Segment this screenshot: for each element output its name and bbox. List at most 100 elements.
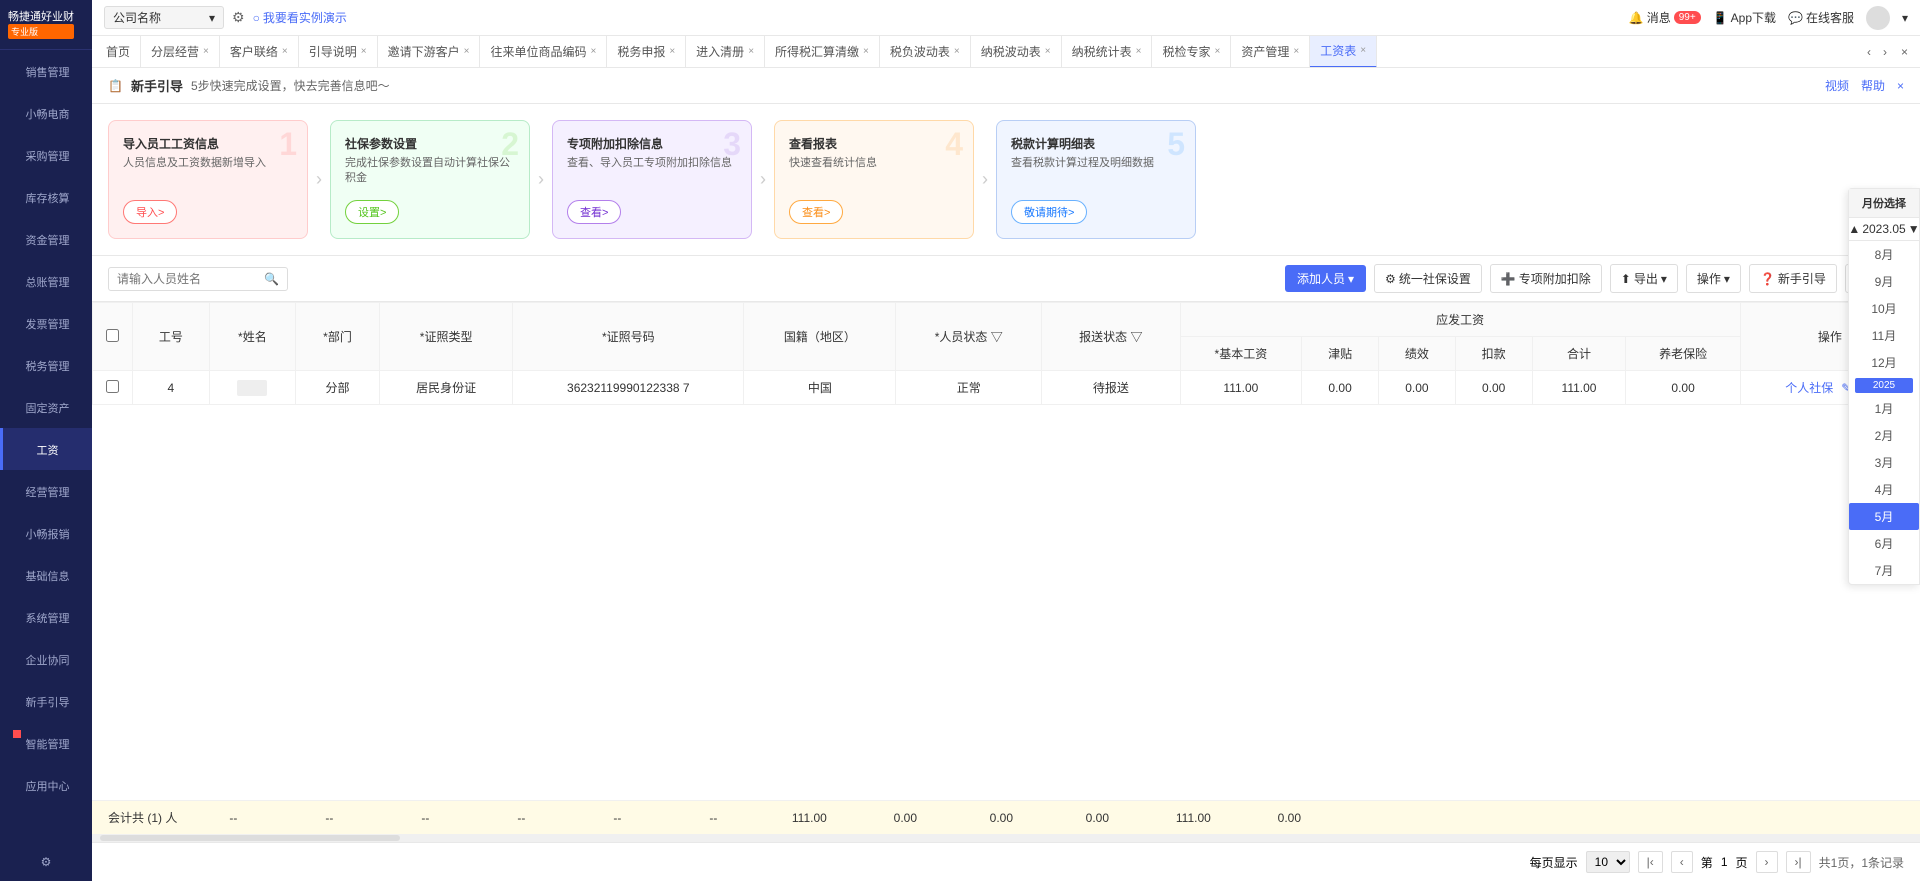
tab-assets[interactable]: 资产管理× [1231,36,1310,68]
sidebar-item-finance[interactable]: 资金管理 [0,218,92,260]
close-tab-customer[interactable]: × [282,46,288,57]
sidebar-item-management[interactable]: 经营管理 [0,470,92,512]
close-tab-product[interactable]: × [590,46,596,57]
tab-payroll[interactable]: 工资表× [1310,36,1377,68]
month-6[interactable]: 6月 [1849,530,1919,557]
search-icon[interactable]: 🔍 [264,272,279,286]
month-11[interactable]: 11月 [1849,322,1919,349]
close-tab-fluctuation[interactable]: × [1045,46,1051,57]
close-tab-invite[interactable]: × [464,46,470,57]
month-7[interactable]: 7月 [1849,557,1919,584]
prev-page-btn[interactable]: ‹ [1671,851,1693,873]
step-2-btn[interactable]: 设置> [345,200,399,224]
last-page-btn[interactable]: ›| [1786,851,1811,873]
tab-tax-fluctuation[interactable]: 纳税波动表× [971,36,1062,68]
month-2[interactable]: 2月 [1849,422,1919,449]
tab-product-code[interactable]: 往来单位商品编码× [480,36,607,68]
close-tab-guide[interactable]: × [361,46,367,57]
sidebar-item-system[interactable]: 系统管理 [0,596,92,638]
sidebar-item-fixed-assets[interactable]: 固定资产 [0,386,92,428]
sidebar-item-collab[interactable]: 企业协同 [0,638,92,680]
tab-tax-stat[interactable]: 纳税统计表× [1062,36,1153,68]
close-tab-layered[interactable]: × [203,46,209,57]
month-10[interactable]: 10月 [1849,295,1919,322]
online-service-btn[interactable]: 💬 在线客服 [1788,9,1854,26]
sidebar-item-ai[interactable]: 智能管理 [0,722,92,764]
sidebar-item-invoice[interactable]: 发票管理 [0,302,92,344]
demo-link[interactable]: ○ 我要看实例演示 [253,9,347,26]
search-input[interactable] [117,272,260,286]
sidebar-item-guide[interactable]: 新手引导 [0,680,92,722]
report-filter-icon[interactable]: ▽ [1131,330,1143,344]
tab-tax-expert[interactable]: 税检专家× [1152,36,1231,68]
tab-home[interactable]: 首页 [96,36,141,68]
scroll-thumb[interactable] [100,835,400,841]
tab-guide-desc[interactable]: 引导说明× [299,36,378,68]
close-tab-burden[interactable]: × [954,46,960,57]
add-employee-btn[interactable]: 添加人员 ▾ [1285,265,1366,292]
help-link[interactable]: 帮助 [1861,77,1885,94]
avatar[interactable] [1866,6,1890,30]
sidebar-item-ledger[interactable]: 总账管理 [0,260,92,302]
video-link[interactable]: 视频 [1825,77,1849,94]
first-page-btn[interactable]: |‹ [1638,851,1663,873]
next-page-btn[interactable]: › [1756,851,1778,873]
year-down-icon[interactable]: ▼ [1908,222,1920,236]
close-tab-clear[interactable]: × [748,46,754,57]
close-tab-tax-report[interactable]: × [669,46,675,57]
operation-btn[interactable]: 操作 ▾ [1686,264,1741,293]
social-insurance-btn[interactable]: ⚙ 统一社保设置 [1374,264,1482,293]
year-up-icon[interactable]: ▲ [1848,222,1860,236]
sidebar-item-purchase[interactable]: 采购管理 [0,134,92,176]
sidebar-item-payroll[interactable]: 工资 [0,428,92,470]
close-tab-payroll[interactable]: × [1360,45,1366,56]
sidebar-settings[interactable]: ⚙ [0,843,92,881]
month-3[interactable]: 3月 [1849,449,1919,476]
message-btn[interactable]: 🔔 消息 99+ [1629,9,1701,26]
tab-tax-burden[interactable]: 税负波动表× [880,36,971,68]
close-guide-icon[interactable]: × [1897,79,1904,93]
close-tab-assets[interactable]: × [1293,46,1299,57]
sidebar-item-app-center[interactable]: 应用中心 [0,764,92,806]
filter-icon[interactable]: ▽ [991,330,1003,344]
close-tab-stat[interactable]: × [1136,46,1142,57]
personal-insurance-btn[interactable]: 个人社保 [1785,379,1833,396]
sidebar-item-inventory[interactable]: 库存核算 [0,176,92,218]
sidebar-item-tax[interactable]: 税务管理 [0,344,92,386]
month-4[interactable]: 4月 [1849,476,1919,503]
tab-invite[interactable]: 邀请下游客户× [378,36,481,68]
sidebar-item-ecommerce[interactable]: 小畅电商 [0,92,92,134]
sidebar-item-expense[interactable]: 小畅报销 [0,512,92,554]
tab-clear[interactable]: 进入清册× [686,36,765,68]
company-selector[interactable]: 公司名称 ▾ [104,6,224,29]
table-scrollbar[interactable] [92,834,1920,842]
user-menu[interactable]: ▾ [1902,11,1908,25]
month-8[interactable]: 8月 [1849,241,1919,268]
per-page-select[interactable]: 10 20 50 [1586,851,1630,873]
step-4-btn[interactable]: 查看> [789,200,843,224]
month-1[interactable]: 1月 [1849,395,1919,422]
newbie-guide-btn[interactable]: ❓ 新手引导 [1749,264,1837,293]
step-3-btn[interactable]: 查看> [567,200,621,224]
settings-icon[interactable]: ⚙ [232,9,245,26]
tab-tax-report[interactable]: 税务申报× [607,36,686,68]
row-checkbox[interactable] [106,380,119,393]
step-5-btn[interactable]: 敬请期待> [1011,200,1087,224]
month-9[interactable]: 9月 [1849,268,1919,295]
tab-income-tax[interactable]: 所得税汇算清缴× [765,36,880,68]
select-all-checkbox[interactable] [106,329,119,342]
month-12[interactable]: 12月 [1849,349,1919,376]
export-btn[interactable]: ⬆ 导出 ▾ [1610,264,1678,293]
close-tab-expert[interactable]: × [1214,46,1220,57]
close-all-tabs-icon[interactable]: × [1893,41,1916,63]
month-5[interactable]: 5月 [1849,503,1919,530]
app-download-btn[interactable]: 📱 App下载 [1713,9,1776,26]
sidebar-item-sales[interactable]: 销售管理 [0,50,92,92]
special-deduction-btn[interactable]: ➕ 专项附加扣除 [1490,264,1602,293]
tab-customer[interactable]: 客户联络× [220,36,299,68]
tab-prev-icon[interactable]: ‹ [1861,41,1877,63]
close-tab-income[interactable]: × [863,46,869,57]
tab-layered[interactable]: 分层经营× [141,36,220,68]
sidebar-item-basic-info[interactable]: 基础信息 [0,554,92,596]
step-1-btn[interactable]: 导入> [123,200,177,224]
